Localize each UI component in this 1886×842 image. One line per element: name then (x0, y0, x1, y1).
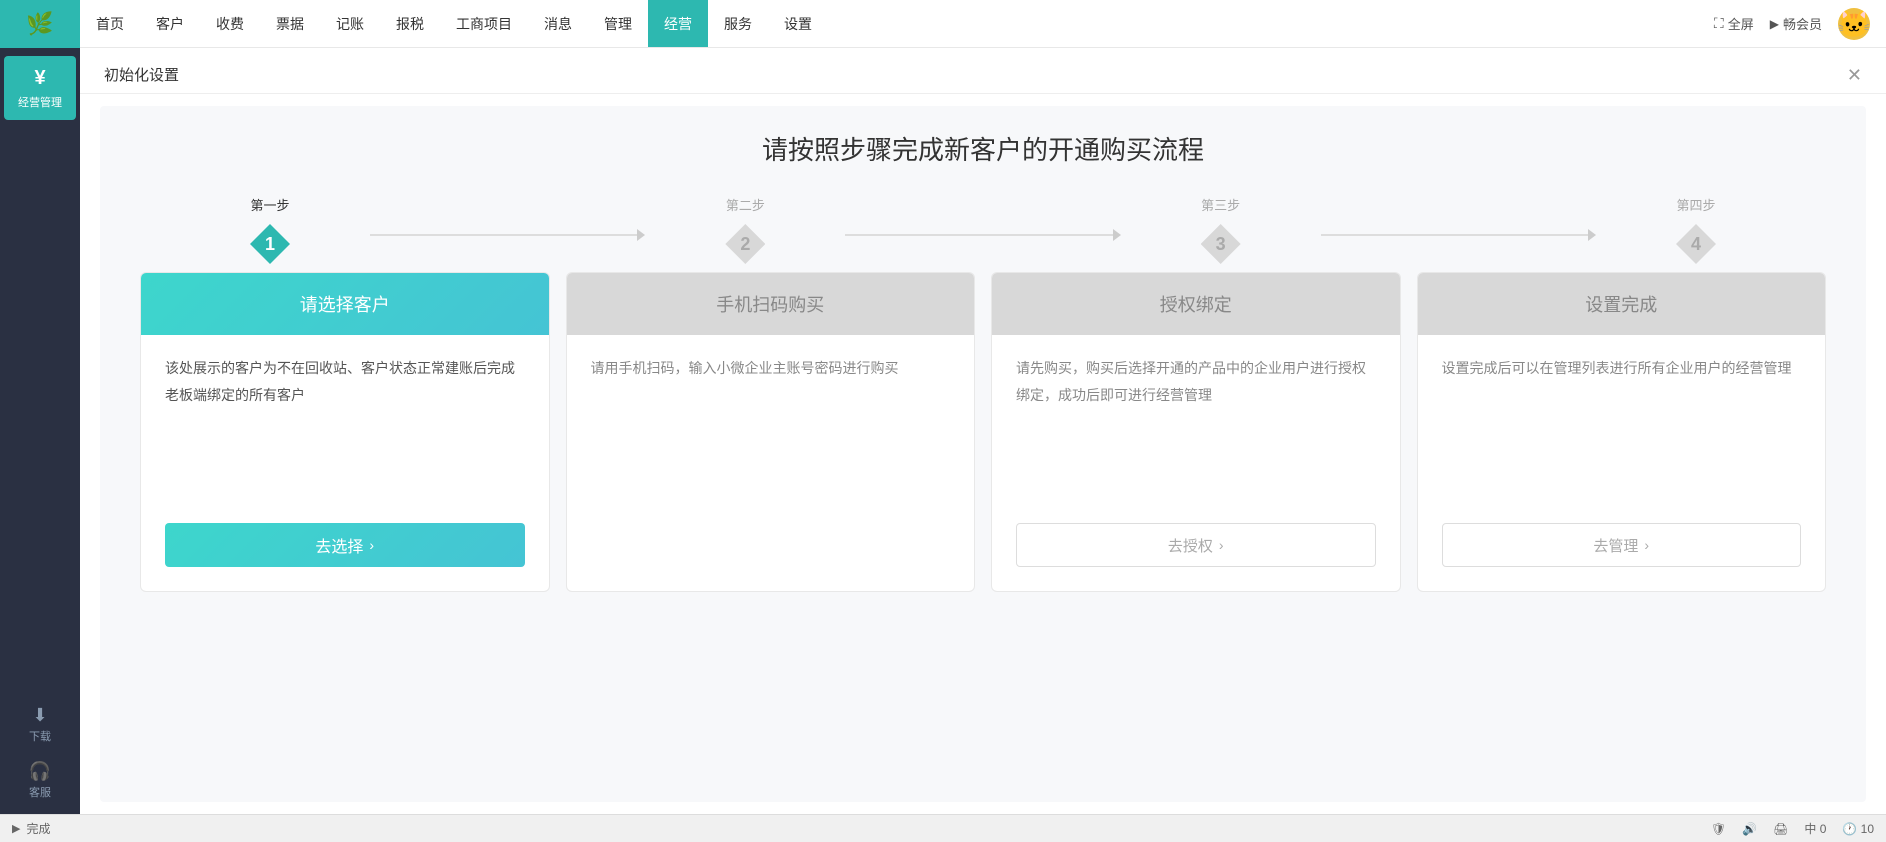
sidebar: ¥ 经营管理 ⬇ 下载 🎧 客服 (0, 48, 80, 814)
go-select-button[interactable]: 去选择 › (165, 523, 525, 567)
card-2-footer (567, 551, 975, 591)
sidebar-item-label: 经营管理 (18, 94, 62, 110)
nav-item-client[interactable]: 客户 (140, 0, 200, 47)
content-area: 请按照步骤完成新客户的开通购买流程 第一步 1 第二步 2 (100, 106, 1866, 802)
sidebar-service[interactable]: 🎧 客服 (4, 754, 76, 806)
main-content: 初始化设置 ✕ 请按照步骤完成新客户的开通购买流程 第一步 1 (80, 48, 1886, 814)
print-icon: 🖨 (1773, 822, 1788, 836)
arrow-icon: › (369, 537, 374, 553)
card-2-header: 手机扫码购买 (567, 273, 975, 335)
status-bar-right: 🛡 🔊 🖨 中 0 🕐 10 (1711, 820, 1874, 837)
card-4-body: 设置完成后可以在管理列表进行所有企业用户的经营管理 (1418, 335, 1826, 507)
card-1-body: 该处展示的客户为不在回收站、客户状态正常建账后完成老板端绑定的所有客户 (141, 335, 549, 507)
cards-row: 请选择客户 该处展示的客户为不在回收站、客户状态正常建账后完成老板端绑定的所有客… (140, 272, 1826, 592)
fullscreen-button[interactable]: ⛶ 全屏 (1714, 14, 1754, 33)
input-method: 中 0 (1804, 820, 1826, 837)
card-step-2: 手机扫码购买 请用手机扫码，输入小微企业主账号密码进行购买 (566, 272, 976, 592)
sidebar-download[interactable]: ⬇ 下载 (4, 698, 76, 750)
logo: 🌿 (0, 0, 80, 48)
connector-1 (370, 195, 645, 241)
step-1-wrapper: 第一步 1 (170, 195, 370, 264)
nav-item-tax[interactable]: 报税 (380, 0, 440, 47)
step-2-label: 第二步 (726, 195, 765, 214)
nav-right: ⛶ 全屏 ▶ 畅会员 🐱 (1714, 8, 1886, 40)
clock-icon: 🕐 10 (1842, 822, 1874, 836)
play-status-icon: ▶ (12, 822, 20, 835)
connector-2 (845, 195, 1120, 241)
card-3-footer: 去授权 › (992, 507, 1400, 591)
go-manage-button[interactable]: 去管理 › (1442, 523, 1802, 567)
step-2-wrapper: 第二步 2 (645, 195, 845, 264)
step-2-circle: 2 (725, 224, 765, 264)
step-1-circle: 1 (250, 224, 290, 264)
card-1-header: 请选择客户 (141, 273, 549, 335)
page-header: 初始化设置 ✕ (80, 48, 1886, 94)
status-bar: ▶ 完成 🛡 🔊 🖨 中 0 🕐 10 (0, 814, 1886, 842)
arrow-icon-4: › (1644, 537, 1649, 553)
card-3-header: 授权绑定 (992, 273, 1400, 335)
nav-item-manage[interactable]: 管理 (588, 0, 648, 47)
vip-label: 畅会员 (1783, 14, 1822, 33)
nav-item-fee[interactable]: 收费 (200, 0, 260, 47)
vip-button[interactable]: ▶ 畅会员 (1770, 14, 1822, 33)
fullscreen-label: 全屏 (1728, 14, 1754, 33)
card-step-3: 授权绑定 请先购买，购买后选择开通的产品中的企业用户进行授权绑定，成功后即可进行… (991, 272, 1401, 592)
step-3-label: 第三步 (1201, 195, 1240, 214)
nav-items: 首页 客户 收费 票据 记账 报税 工商项目 消息 管理 经营 服务 设置 (80, 0, 1714, 47)
card-4-header: 设置完成 (1418, 273, 1826, 335)
card-step-4: 设置完成 设置完成后可以在管理列表进行所有企业用户的经营管理 去管理 › (1417, 272, 1827, 592)
step-4-circle: 4 (1676, 224, 1716, 264)
nav-item-home[interactable]: 首页 (80, 0, 140, 47)
fullscreen-icon: ⛶ (1714, 15, 1724, 32)
volume-icon: 🔊 (1742, 822, 1757, 836)
play-icon: ▶ (1770, 17, 1779, 31)
status-text: 完成 (26, 820, 50, 837)
nav-item-message[interactable]: 消息 (528, 0, 588, 47)
nav-item-operation[interactable]: 经营 (648, 0, 708, 47)
step-3-circle: 3 (1201, 224, 1241, 264)
nav-item-business[interactable]: 工商项目 (440, 0, 528, 47)
flow-title: 请按照步骤完成新客户的开通购买流程 (140, 130, 1826, 167)
card-1-footer: 去选择 › (141, 507, 549, 591)
arrow-icon-3: › (1219, 537, 1224, 553)
shield-icon: 🛡 (1711, 822, 1726, 836)
nav-item-service[interactable]: 服务 (708, 0, 768, 47)
card-2-body: 请用手机扫码，输入小微企业主账号密码进行购买 (567, 335, 975, 551)
download-icon: ⬇ (32, 705, 47, 726)
go-authorize-button[interactable]: 去授权 › (1016, 523, 1376, 567)
nav-item-bills[interactable]: 票据 (260, 0, 320, 47)
card-4-footer: 去管理 › (1418, 507, 1826, 591)
close-button[interactable]: ✕ (1847, 66, 1862, 84)
nav-item-bookkeeping[interactable]: 记账 (320, 0, 380, 47)
headset-icon: 🎧 (29, 761, 51, 782)
step-1-label: 第一步 (250, 195, 289, 214)
card-3-body: 请先购买，购买后选择开通的产品中的企业用户进行授权绑定，成功后即可进行经营管理 (992, 335, 1400, 507)
step-4-wrapper: 第四步 4 (1596, 195, 1796, 264)
connector-3 (1321, 195, 1596, 241)
step-4-label: 第四步 (1676, 195, 1715, 214)
logo-icon: 🌿 (26, 11, 53, 37)
step-3-wrapper: 第三步 3 (1121, 195, 1321, 264)
steps-indicator: 第一步 1 第二步 2 (140, 195, 1826, 264)
page-title: 初始化设置 (104, 64, 179, 85)
card-step-1: 请选择客户 该处展示的客户为不在回收站、客户状态正常建账后完成老板端绑定的所有客… (140, 272, 550, 592)
avatar[interactable]: 🐱 (1838, 8, 1870, 40)
nav-item-settings[interactable]: 设置 (768, 0, 828, 47)
sidebar-item-operation[interactable]: ¥ 经营管理 (4, 56, 76, 120)
yuan-icon: ¥ (34, 67, 45, 90)
